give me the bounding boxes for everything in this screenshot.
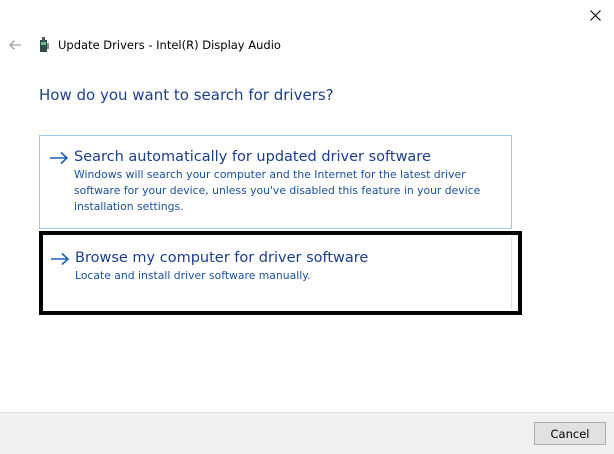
audio-device-icon bbox=[38, 37, 50, 53]
update-drivers-dialog: Update Drivers - Intel(R) Display Audio … bbox=[0, 0, 614, 454]
close-button[interactable] bbox=[580, 2, 610, 28]
back-button[interactable] bbox=[6, 36, 24, 54]
divider bbox=[511, 237, 512, 309]
dialog-footer: Cancel bbox=[0, 412, 614, 454]
back-arrow-icon bbox=[9, 40, 21, 50]
cancel-button[interactable]: Cancel bbox=[534, 422, 606, 445]
option-description: Locate and install driver software manua… bbox=[75, 269, 311, 282]
option-title: Search automatically for updated driver … bbox=[74, 149, 431, 165]
option-title: Browse my computer for driver software bbox=[75, 250, 369, 266]
right-arrow-icon bbox=[46, 148, 72, 168]
option-description: Windows will search your computer and th… bbox=[74, 168, 481, 213]
close-icon bbox=[589, 9, 601, 21]
right-arrow-icon bbox=[47, 249, 73, 269]
title-bar: Update Drivers - Intel(R) Display Audio bbox=[38, 37, 281, 53]
option-text: Search automatically for updated driver … bbox=[72, 148, 501, 215]
search-automatically-option[interactable]: Search automatically for updated driver … bbox=[39, 135, 512, 229]
option-text: Browse my computer for driver software L… bbox=[73, 249, 508, 284]
window-title: Update Drivers - Intel(R) Display Audio bbox=[58, 38, 281, 52]
browse-computer-option[interactable]: Browse my computer for driver software L… bbox=[39, 231, 522, 315]
page-heading: How do you want to search for drivers? bbox=[39, 86, 334, 104]
